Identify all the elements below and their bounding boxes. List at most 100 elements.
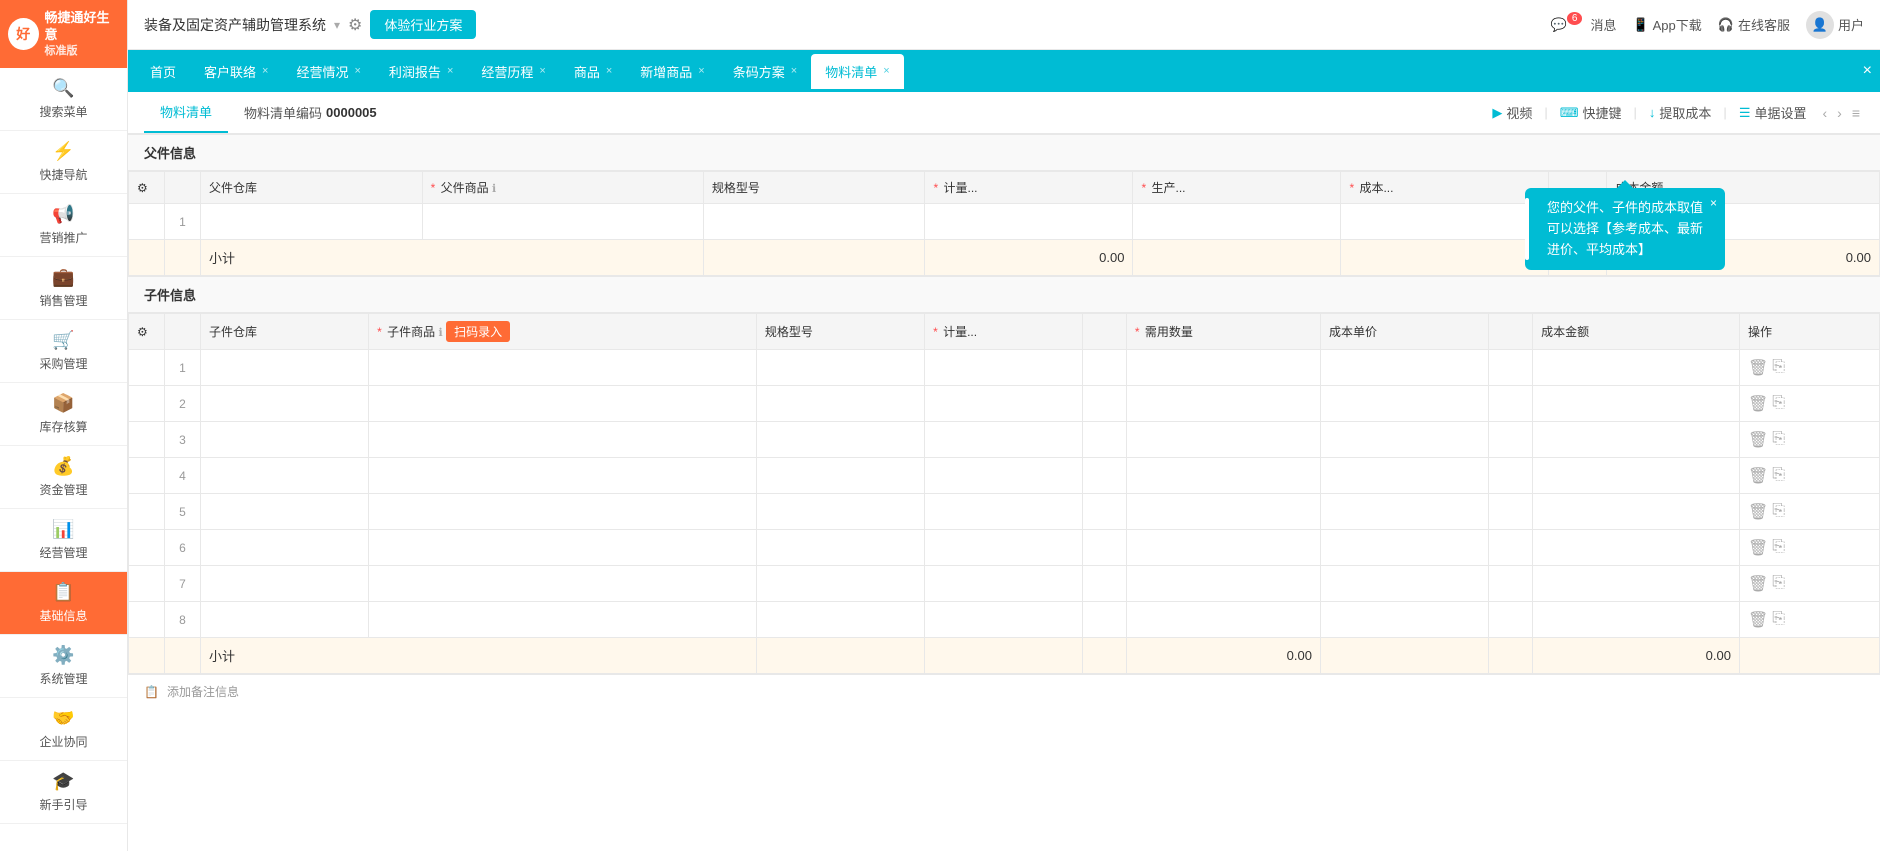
topbar-dropdown-arrow[interactable]: ▾ (334, 18, 340, 32)
sidebar-item-label: 库存核算 (39, 418, 87, 435)
child-row1-cost-unit[interactable] (1320, 350, 1488, 386)
sidebar-item-inventory[interactable]: 📦 库存核算 (0, 383, 127, 446)
parent-row-quantity[interactable] (925, 204, 1133, 240)
copy-icon[interactable]: ⎘ (1772, 466, 1785, 486)
shortcut-icon: ⌨ (1560, 105, 1579, 121)
operations-icon: 📊 (52, 519, 74, 540)
bom-code-label: 物料清单编码 (228, 93, 326, 132)
sidebar-item-sys-mgmt[interactable]: ⚙️ 系统管理 (0, 635, 127, 698)
sidebar-item-quick-nav[interactable]: ⚡ 快捷导航 (0, 131, 127, 194)
sidebar-item-search[interactable]: 🔍 搜索菜单 (0, 68, 127, 131)
child-row1-spec[interactable] (756, 350, 924, 386)
table-row: 3 🗑⎘ (129, 422, 1880, 458)
parent-row-warehouse[interactable] (201, 204, 423, 240)
video-action[interactable]: ▶ 视频 (1492, 103, 1532, 122)
sidebar-item-label: 营销推广 (39, 229, 87, 246)
trial-button[interactable]: 体验行业方案 (370, 10, 476, 39)
tab-profit[interactable]: 利润报告 × (375, 54, 467, 89)
copy-icon[interactable]: ⎘ (1772, 574, 1785, 594)
inventory-icon: 📦 (52, 393, 74, 414)
child-row1-spacer2 (1489, 350, 1533, 386)
topbar-left: 装备及固定资产辅助管理系统 ▾ ⚙ 体验行业方案 (144, 10, 476, 39)
tab-operations-close[interactable]: × (354, 65, 360, 77)
parent-col-settings: ⚙ (129, 172, 165, 204)
app-download-button[interactable]: 📱 App下载 (1632, 15, 1701, 34)
single-settings-label: 单据设置 (1754, 103, 1806, 122)
message-button[interactable]: 💬 6 消息 (1551, 15, 1617, 34)
tab-customer[interactable]: 客户联络 × (190, 54, 282, 89)
copy-icon[interactable]: ⎘ (1772, 394, 1785, 414)
tab-bom-close[interactable]: × (883, 65, 889, 77)
child-col-rownum (165, 314, 201, 350)
tab-goods[interactable]: 商品 × (560, 54, 626, 89)
tab-history[interactable]: 经营历程 × (467, 54, 559, 89)
tab-profit-close[interactable]: × (447, 65, 453, 77)
delete-icon[interactable]: 🗑 (1748, 610, 1768, 630)
shortcut-action[interactable]: ⌨ 快捷键 (1560, 103, 1622, 122)
tooltip-close-button[interactable]: × (1710, 194, 1717, 213)
table-row: 5 🗑⎘ (129, 494, 1880, 530)
tab-operations[interactable]: 经营情况 × (282, 54, 374, 89)
extract-cost-action[interactable]: ↓ 提取成本 (1649, 103, 1712, 122)
copy-icon[interactable]: ⎘ (1772, 430, 1785, 450)
delete-icon[interactable]: 🗑 (1748, 358, 1768, 378)
child-row1-warehouse[interactable] (201, 350, 369, 386)
tab-new-goods-close[interactable]: × (698, 65, 704, 77)
single-settings-action[interactable]: ☰ 单据设置 (1739, 103, 1807, 122)
online-service-button[interactable]: 🎧 在线客服 (1718, 15, 1790, 34)
sidebar-item-newbie[interactable]: 🎓 新手引导 (0, 761, 127, 824)
sidebar-item-purchase[interactable]: 🛒 采购管理 (0, 320, 127, 383)
tab-barcode[interactable]: 条码方案 × (719, 54, 811, 89)
tab-history-label: 经营历程 (481, 62, 533, 81)
child-subtotal-req-qty: 0.00 (1126, 638, 1320, 674)
parent-row-production[interactable] (1133, 204, 1341, 240)
bottom-bar-text: 添加备注信息 (167, 683, 239, 700)
parent-row-spec[interactable] (703, 204, 925, 240)
menu-arrow[interactable]: ≡ (1848, 103, 1864, 123)
delete-icon[interactable]: 🗑 (1748, 466, 1768, 486)
prev-arrow[interactable]: ‹ (1818, 103, 1831, 123)
delete-icon[interactable]: 🗑 (1748, 574, 1768, 594)
tab-goods-close[interactable]: × (606, 65, 612, 77)
tab-new-goods[interactable]: 新增商品 × (626, 54, 718, 89)
child-row1-quantity[interactable] (925, 350, 1083, 386)
parent-row-gear (129, 204, 165, 240)
next-arrow[interactable]: › (1833, 103, 1846, 123)
parent-row-cost[interactable] (1341, 204, 1549, 240)
parent-row-product[interactable] (422, 204, 703, 240)
logo-icon: 好 (8, 18, 39, 50)
delete-icon[interactable]: 🗑 (1748, 394, 1768, 414)
child-row1-cost-amount (1533, 350, 1740, 386)
tab-barcode-close[interactable]: × (791, 65, 797, 77)
delete-icon[interactable]: 🗑 (1748, 502, 1768, 522)
child-row1-required-qty[interactable] (1126, 350, 1320, 386)
close-all-tabs-button[interactable]: × (1863, 62, 1872, 80)
sub-tab-bom-list[interactable]: 物料清单 (144, 92, 228, 133)
tab-home[interactable]: 首页 (136, 54, 190, 89)
tab-customer-close[interactable]: × (262, 65, 268, 77)
copy-icon[interactable]: ⎘ (1772, 502, 1785, 522)
tab-bom[interactable]: 物料清单 × (811, 54, 903, 89)
sidebar-item-operations[interactable]: 📊 经营管理 (0, 509, 127, 572)
copy-icon[interactable]: ⎘ (1772, 610, 1785, 630)
sidebar-item-sales[interactable]: 💼 销售管理 (0, 257, 127, 320)
child-section-title: 子件信息 (128, 276, 1880, 313)
sidebar-item-marketing[interactable]: 📢 营销推广 (0, 194, 127, 257)
sidebar-item-basic-info[interactable]: 📋 基础信息 (0, 572, 127, 635)
sub-tabs-bar: 物料清单 物料清单编码 0000005 ▶ 视频 | ⌨ 快捷键 | (128, 92, 1880, 134)
copy-icon[interactable]: ⎘ (1772, 538, 1785, 558)
user-button[interactable]: 👤 用户 (1806, 11, 1864, 39)
user-label: 用户 (1838, 15, 1864, 34)
delete-icon[interactable]: 🗑 (1748, 430, 1768, 450)
parent-subtotal-qty: 0.00 (925, 240, 1133, 276)
parent-col-warehouse: 父件仓库 (201, 172, 423, 204)
table-row: 8 🗑⎘ (129, 602, 1880, 638)
sidebar-item-finance[interactable]: 💰 资金管理 (0, 446, 127, 509)
copy-icon[interactable]: ⎘ (1772, 358, 1785, 378)
settings-icon[interactable]: ⚙ (348, 15, 362, 35)
child-row1-product[interactable] (369, 350, 757, 386)
delete-icon[interactable]: 🗑 (1748, 538, 1768, 558)
tab-history-close[interactable]: × (539, 65, 545, 77)
scan-input-button[interactable]: 扫码录入 (446, 321, 510, 342)
sidebar-item-enterprise[interactable]: 🤝 企业协同 (0, 698, 127, 761)
